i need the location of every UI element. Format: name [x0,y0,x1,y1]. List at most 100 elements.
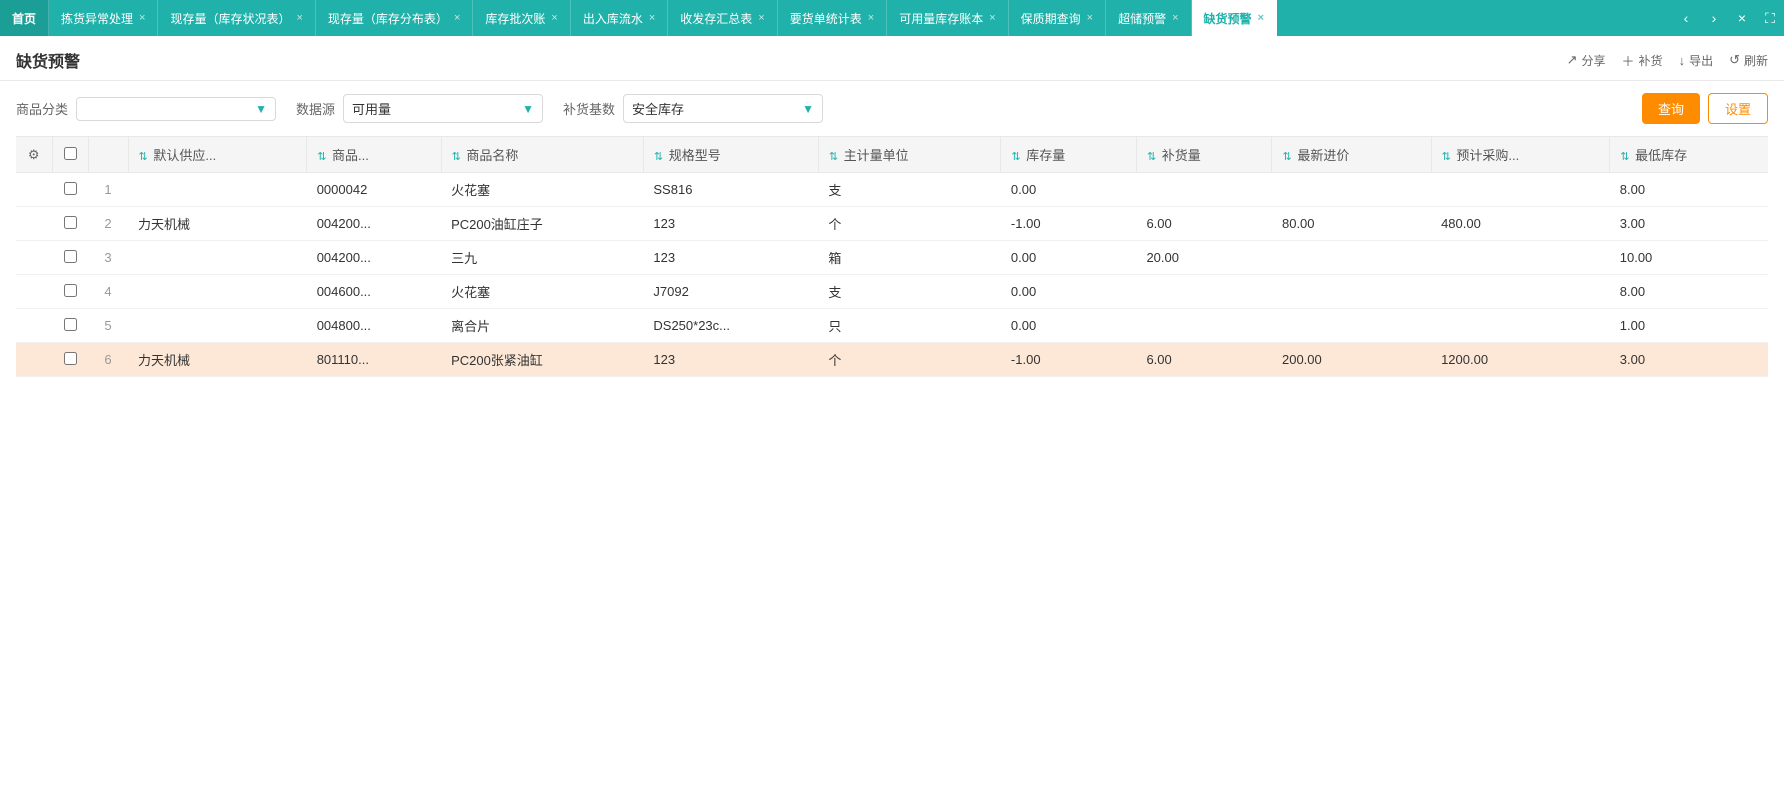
share-button[interactable]: ↗ 分享 [1567,52,1606,69]
query-button[interactable]: 查询 [1642,93,1700,124]
tab-inventory-status-close[interactable]: × [296,12,302,24]
col-header-min-stock[interactable]: ⇅ 最低库存 [1610,137,1768,173]
replenish-icon: ＋ [1622,51,1635,70]
row-checkbox-0[interactable] [52,173,88,207]
row-spec-4: DS250*23c... [643,309,818,343]
tab-expiry[interactable]: 保质期查询 × [1009,0,1106,36]
row-checkbox-2[interactable] [52,241,88,275]
row-latest-price-0 [1272,173,1431,207]
row-check-1[interactable] [64,216,77,229]
row-checkbox-1[interactable] [52,207,88,241]
tab-available-close[interactable]: × [989,12,995,24]
replenish-button[interactable]: ＋ 补货 [1622,51,1663,70]
row-settings-3 [16,275,52,309]
row-settings-4 [16,309,52,343]
row-checkbox-3[interactable] [52,275,88,309]
row-check-3[interactable] [64,284,77,297]
tab-demand-close[interactable]: × [868,12,874,24]
tab-shortage[interactable]: 缺货预警 × [1192,0,1277,36]
tab-inout-flow[interactable]: 出入库流水 × [571,0,668,36]
row-product-code-4: 004800... [307,309,441,343]
tab-shortage-close[interactable]: × [1258,12,1264,24]
row-stock-2: 0.00 [1001,241,1137,275]
export-button[interactable]: ↓ 导出 [1679,52,1714,69]
col-header-replenish[interactable]: ⇅ 补货量 [1136,137,1272,173]
tab-inout-flow-close[interactable]: × [649,12,655,24]
row-product-name-1: PC200油缸庄子 [441,207,643,241]
col-header-est-purchase[interactable]: ⇅ 预计采购... [1431,137,1610,173]
col-header-product-name[interactable]: ⇅ 商品名称 [441,137,643,173]
col-header-supplier[interactable]: ⇅ 默认供应... [128,137,307,173]
row-replenish-3 [1136,275,1272,309]
tab-inventory-dist-close[interactable]: × [454,12,460,24]
tab-prev-btn[interactable]: ‹ [1672,0,1700,36]
row-checkbox-4[interactable] [52,309,88,343]
table-row: 2 力天机械 004200... PC200油缸庄子 123 个 -1.00 6… [16,207,1768,241]
settings-button[interactable]: 设置 [1708,93,1768,124]
tab-inventory-status[interactable]: 现存量（库存状况表） × [158,0,315,36]
category-select-arrow: ▼ [255,102,267,116]
tab-abnormal[interactable]: 拣货异常处理 × [49,0,158,36]
col-supplier-label: 默认供应... [153,148,216,163]
tab-abnormal-label: 拣货异常处理 [61,10,133,27]
tab-collect-close[interactable]: × [758,12,764,24]
tab-demand[interactable]: 要货单统计表 × [778,0,887,36]
gear-icon[interactable]: ⚙ [28,147,40,162]
tab-home-label: 首页 [12,10,36,27]
col-header-unit[interactable]: ⇅ 主计量单位 [818,137,1001,173]
export-icon: ↓ [1679,53,1686,68]
col-header-latest-price[interactable]: ⇅ 最新进价 [1272,137,1431,173]
shortage-table: ⚙ ⇅ 默认供应... ⇅ 商品... ⇅ [16,136,1768,377]
tab-expand-btn[interactable]: ⛶ [1756,0,1784,36]
replenish-base-select[interactable]: 安全库存 ▼ [623,94,823,123]
category-select[interactable]: ▼ [76,97,276,121]
tab-batch[interactable]: 库存批次账 × [473,0,570,36]
col-est-purchase-label: 预计采购... [1456,148,1519,163]
row-product-code-5: 801110... [307,343,441,377]
tab-inventory-dist[interactable]: 现存量（库存分布表） × [316,0,473,36]
select-all-checkbox[interactable] [64,147,77,160]
row-product-code-2: 004200... [307,241,441,275]
tab-abnormal-close[interactable]: × [139,12,145,24]
tab-overstock[interactable]: 超储预警 × [1106,0,1191,36]
row-unit-3: 支 [818,275,1001,309]
row-unit-0: 支 [818,173,1001,207]
tab-overstock-close[interactable]: × [1172,12,1178,24]
datasource-filter-label: 数据源 [296,99,335,118]
row-settings-5 [16,343,52,377]
refresh-button[interactable]: ↺ 刷新 [1729,52,1768,69]
sort-icon-product-name: ⇅ [452,151,461,163]
row-check-0[interactable] [64,182,77,195]
tab-expiry-close[interactable]: × [1087,12,1093,24]
col-header-product-code[interactable]: ⇅ 商品... [307,137,441,173]
table-row: 5 004800... 离合片 DS250*23c... 只 0.00 1.00 [16,309,1768,343]
row-min-stock-4: 1.00 [1610,309,1768,343]
row-checkbox-5[interactable] [52,343,88,377]
row-num-4: 5 [88,309,128,343]
datasource-select[interactable]: 可用量 ▼ [343,94,543,123]
col-header-settings[interactable]: ⚙ [16,137,52,173]
row-check-5[interactable] [64,352,77,365]
row-est-purchase-2 [1431,241,1610,275]
tab-home[interactable]: 首页 [0,0,49,36]
row-product-code-0: 0000042 [307,173,441,207]
tab-available-label: 可用量库存账本 [899,10,983,27]
filter-actions: 查询 设置 [1642,93,1768,124]
tab-collect[interactable]: 收发存汇总表 × [668,0,777,36]
tab-available[interactable]: 可用量库存账本 × [887,0,1008,36]
col-header-spec[interactable]: ⇅ 规格型号 [643,137,818,173]
table-body: 1 0000042 火花塞 SS816 支 0.00 8.00 2 力天机械 0… [16,173,1768,377]
row-latest-price-5: 200.00 [1272,343,1431,377]
row-replenish-5: 6.00 [1136,343,1272,377]
row-check-4[interactable] [64,318,77,331]
col-header-checkbox[interactable] [52,137,88,173]
row-est-purchase-5: 1200.00 [1431,343,1610,377]
tab-batch-close[interactable]: × [551,12,557,24]
tab-close-btn[interactable]: × [1728,0,1756,36]
col-product-code-label: 商品... [332,148,369,163]
share-label: 分享 [1582,52,1606,69]
tab-next-btn[interactable]: › [1700,0,1728,36]
col-header-stock[interactable]: ⇅ 库存量 [1001,137,1137,173]
row-check-2[interactable] [64,250,77,263]
row-spec-3: J7092 [643,275,818,309]
